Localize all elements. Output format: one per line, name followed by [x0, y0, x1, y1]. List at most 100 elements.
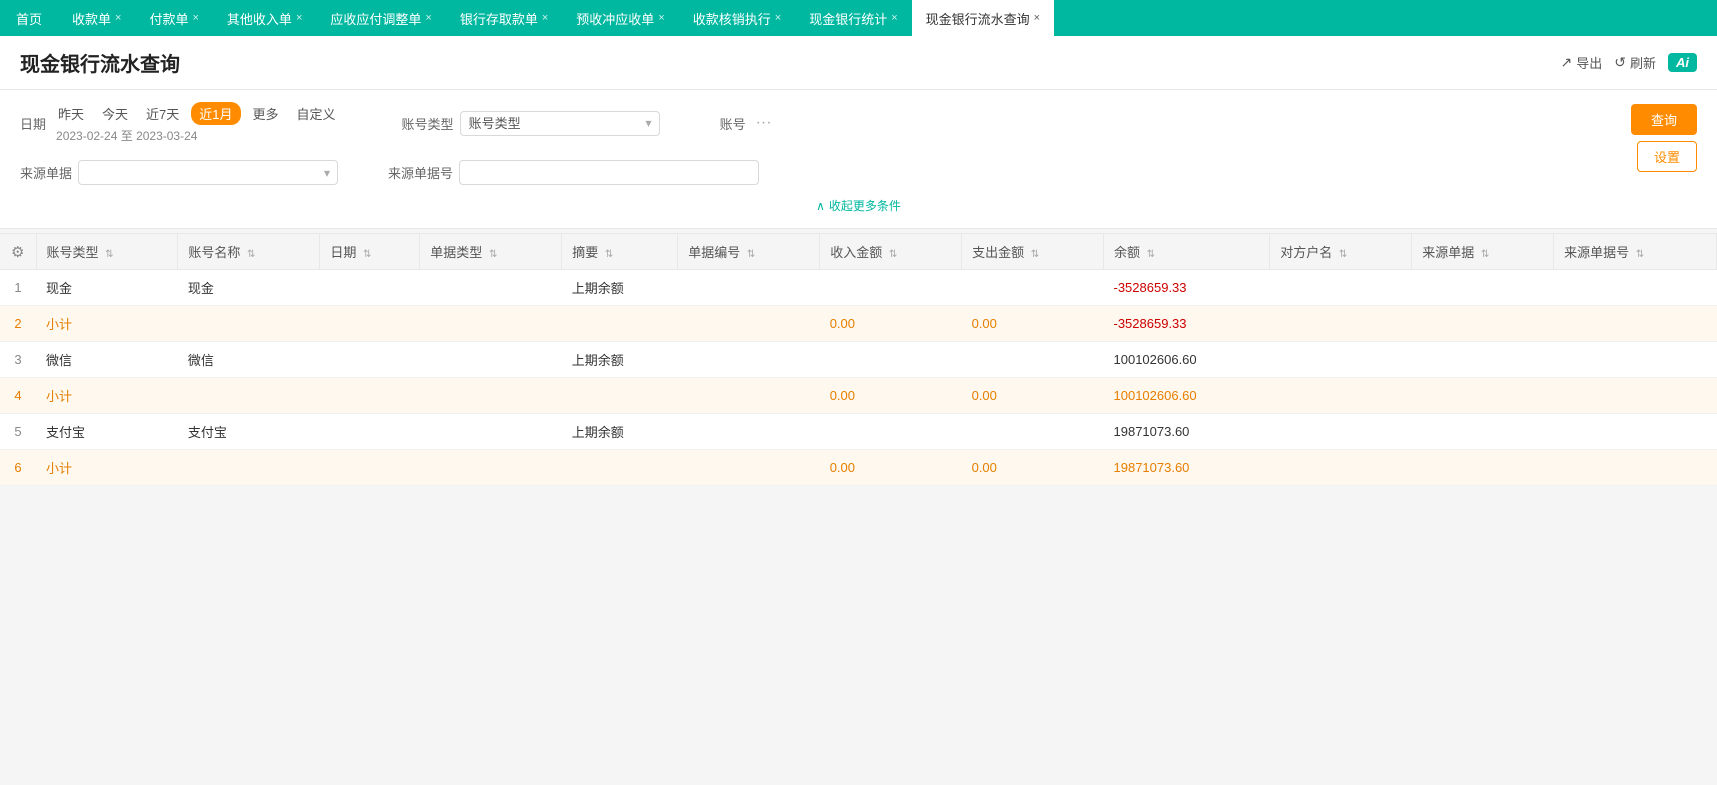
th-account-type[interactable]: 账号类型 ⇅	[36, 234, 178, 270]
source-doc-num-label: 来源单据号	[388, 163, 453, 182]
page-header: 现金银行流水查询 ↗ 导出 ↺ 刷新 Ai	[0, 36, 1717, 90]
close-icon[interactable]: ×	[1034, 12, 1040, 24]
refresh-button[interactable]: ↺ 刷新	[1614, 53, 1656, 72]
sort-icon: ⇅	[105, 249, 113, 260]
sort-icon: ⇅	[1636, 249, 1644, 260]
ai-badge[interactable]: Ai	[1668, 53, 1697, 72]
th-counterparty[interactable]: 对方户名 ⇅	[1270, 234, 1412, 270]
row-num: 2	[0, 306, 36, 342]
sort-icon: ⇅	[1031, 249, 1039, 260]
gear-icon[interactable]: ⚙	[11, 244, 24, 261]
th-account-name[interactable]: 账号名称 ⇅	[178, 234, 320, 270]
close-icon[interactable]: ×	[658, 12, 664, 24]
cell-summary	[562, 306, 678, 342]
cell-counterparty	[1270, 270, 1412, 306]
nav-home[interactable]: 首页	[0, 0, 58, 36]
cell-income	[820, 342, 962, 378]
date-opt-custom[interactable]: 自定义	[291, 102, 342, 125]
cell-income: 0.00	[820, 378, 962, 414]
nav-tab-hexiao[interactable]: 收款核销执行 ×	[679, 0, 795, 36]
table-area: ⚙ 账号类型 ⇅ 账号名称 ⇅ 日期 ⇅ 单据类型 ⇅	[0, 233, 1717, 486]
th-settings[interactable]: ⚙	[0, 234, 36, 270]
cell-summary: 上期余额	[562, 342, 678, 378]
nav-tab-fukuandan[interactable]: 付款单 ×	[135, 0, 212, 36]
th-income[interactable]: 收入金额 ⇅	[820, 234, 962, 270]
cell-expense: 0.00	[962, 378, 1104, 414]
th-summary[interactable]: 摘要 ⇅	[562, 234, 678, 270]
row-num: 6	[0, 450, 36, 486]
cell-expense: 0.00	[962, 306, 1104, 342]
date-filter: 日期 昨天 今天 近7天 近1月 更多 自定义 2023-02-24 至 202…	[20, 102, 342, 144]
source-doc-select[interactable]	[78, 160, 338, 185]
nav-tab-qitashouru[interactable]: 其他收入单 ×	[213, 0, 316, 36]
cell-balance: -3528659.33	[1104, 270, 1270, 306]
cell-doc-no	[678, 306, 820, 342]
cell-source-doc	[1412, 378, 1554, 414]
collapse-bar[interactable]: ∧ 收起更多条件	[20, 193, 1697, 218]
row-num: 1	[0, 270, 36, 306]
cell-expense	[962, 342, 1104, 378]
date-opt-more[interactable]: 更多	[247, 102, 285, 125]
settings-button[interactable]: 设置	[1637, 141, 1697, 172]
cell-date	[320, 378, 420, 414]
cell-source-doc	[1412, 414, 1554, 450]
cell-doc-no	[678, 378, 820, 414]
close-icon[interactable]: ×	[775, 12, 781, 24]
account-type-label: 账号类型	[402, 114, 454, 133]
table-row: 1现金现金上期余额-3528659.33	[0, 270, 1717, 306]
cell-source-doc-no	[1554, 306, 1717, 342]
export-button[interactable]: ↗ 导出	[1561, 53, 1603, 72]
sort-icon: ⇅	[363, 249, 371, 260]
nav-tab-shoukuandan[interactable]: 收款单 ×	[58, 0, 135, 36]
cell-account-type: 现金	[36, 270, 178, 306]
close-icon[interactable]: ×	[542, 12, 548, 24]
account-type-select-wrapper: 账号类型	[460, 111, 660, 136]
th-balance[interactable]: 余额 ⇅	[1104, 234, 1270, 270]
nav-tab-yushou[interactable]: 预收冲应收单 ×	[562, 0, 678, 36]
cell-source-doc-no	[1554, 270, 1717, 306]
cell-account-type: 支付宝	[36, 414, 178, 450]
dots-icon[interactable]: ···	[752, 114, 776, 132]
date-opt-yesterday[interactable]: 昨天	[52, 102, 90, 125]
th-doc-type[interactable]: 单据类型 ⇅	[420, 234, 562, 270]
cell-account-type: 小计	[36, 306, 178, 342]
cell-source-doc-no	[1554, 342, 1717, 378]
close-icon[interactable]: ×	[891, 12, 897, 24]
cell-date	[320, 450, 420, 486]
close-icon[interactable]: ×	[192, 12, 198, 24]
cell-expense	[962, 270, 1104, 306]
cell-source-doc-no	[1554, 414, 1717, 450]
th-date[interactable]: 日期 ⇅	[320, 234, 420, 270]
source-doc-filter: 来源单据	[20, 160, 338, 185]
nav-tab-tongji[interactable]: 现金银行统计 ×	[795, 0, 911, 36]
query-button[interactable]: 查询	[1631, 104, 1697, 135]
cell-doc-type	[420, 342, 562, 378]
table-row: 3微信微信上期余额100102606.60	[0, 342, 1717, 378]
cell-doc-type	[420, 450, 562, 486]
nav-tab-tiaozheng[interactable]: 应收应付调整单 ×	[316, 0, 445, 36]
cell-counterparty	[1270, 378, 1412, 414]
close-icon[interactable]: ×	[115, 12, 121, 24]
th-doc-no[interactable]: 单据编号 ⇅	[678, 234, 820, 270]
date-opt-today[interactable]: 今天	[96, 102, 134, 125]
date-opt-1month[interactable]: 近1月	[191, 102, 240, 125]
cell-income: 0.00	[820, 306, 962, 342]
cell-source-doc-no	[1554, 378, 1717, 414]
top-nav: 首页 收款单 × 付款单 × 其他收入单 × 应收应付调整单 × 银行存取款单 …	[0, 0, 1717, 36]
source-doc-select-wrapper	[78, 160, 338, 185]
source-doc-num-input[interactable]	[459, 160, 759, 185]
cell-doc-no	[678, 414, 820, 450]
close-icon[interactable]: ×	[296, 12, 302, 24]
nav-tab-yinhang[interactable]: 银行存取款单 ×	[446, 0, 562, 36]
th-source-doc-no[interactable]: 来源单据号 ⇅	[1554, 234, 1717, 270]
collapse-icon: ∧	[816, 199, 825, 213]
cell-counterparty	[1270, 414, 1412, 450]
account-filter: 账号 ···	[720, 114, 776, 133]
nav-tab-liushui[interactable]: 现金银行流水查询 ×	[912, 0, 1054, 36]
th-source-doc[interactable]: 来源单据 ⇅	[1412, 234, 1554, 270]
close-icon[interactable]: ×	[425, 12, 431, 24]
th-expense[interactable]: 支出金额 ⇅	[962, 234, 1104, 270]
date-opt-7days[interactable]: 近7天	[140, 102, 185, 125]
sort-icon: ⇅	[1339, 249, 1347, 260]
account-type-select[interactable]: 账号类型	[460, 111, 660, 136]
